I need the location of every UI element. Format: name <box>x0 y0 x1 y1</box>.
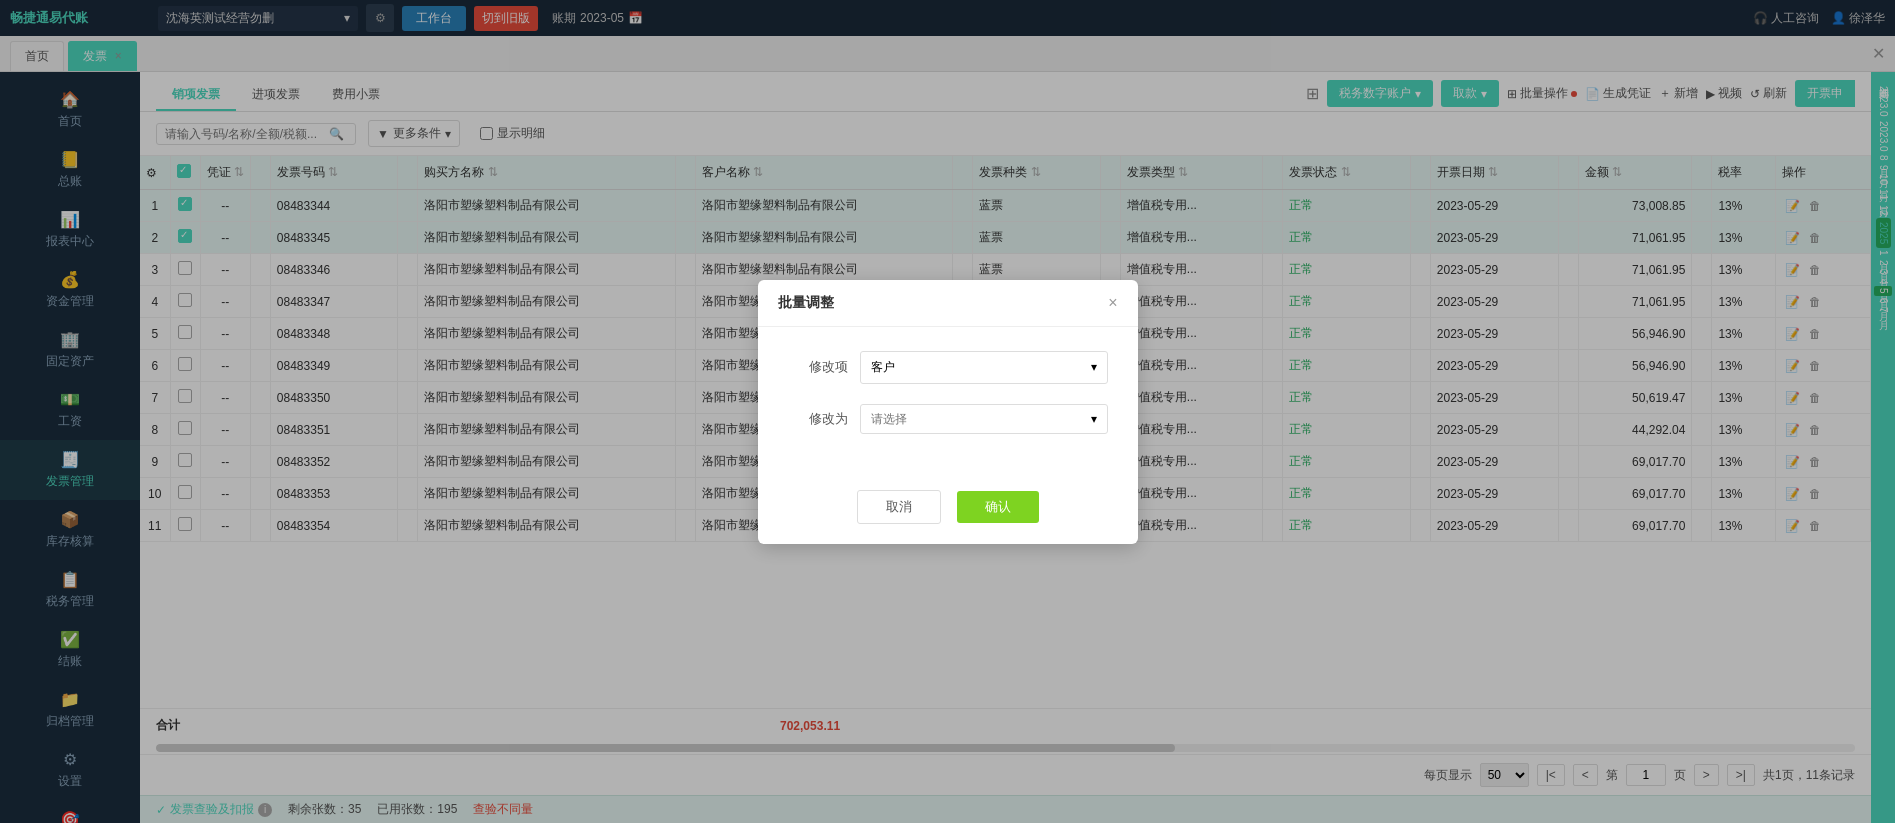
cancel-btn[interactable]: 取消 <box>857 490 941 524</box>
value-selector[interactable]: ▾ <box>860 404 1108 434</box>
field-label: 修改项 <box>788 358 848 376</box>
modal-close-btn[interactable]: × <box>1108 294 1117 312</box>
modal-value-row: 修改为 ▾ <box>788 404 1108 434</box>
confirm-btn[interactable]: 确认 <box>957 491 1039 523</box>
value-input[interactable] <box>871 412 1091 426</box>
field-selector[interactable]: 客户 ▾ <box>860 351 1108 384</box>
modal-header: 批量调整 × <box>758 280 1138 327</box>
modal-title: 批量调整 <box>778 294 834 312</box>
batch-adjust-modal: 批量调整 × 修改项 客户 ▾ 修改为 ▾ 取消 确认 <box>758 280 1138 544</box>
modal-body: 修改项 客户 ▾ 修改为 ▾ <box>758 327 1138 478</box>
modal-overlay[interactable]: 批量调整 × 修改项 客户 ▾ 修改为 ▾ 取消 确认 <box>0 0 1895 823</box>
modal-field-row: 修改项 客户 ▾ <box>788 351 1108 384</box>
field-chevron-icon: ▾ <box>1091 360 1097 374</box>
value-label: 修改为 <box>788 410 848 428</box>
value-chevron-icon: ▾ <box>1091 412 1097 426</box>
modal-footer: 取消 确认 <box>758 478 1138 544</box>
